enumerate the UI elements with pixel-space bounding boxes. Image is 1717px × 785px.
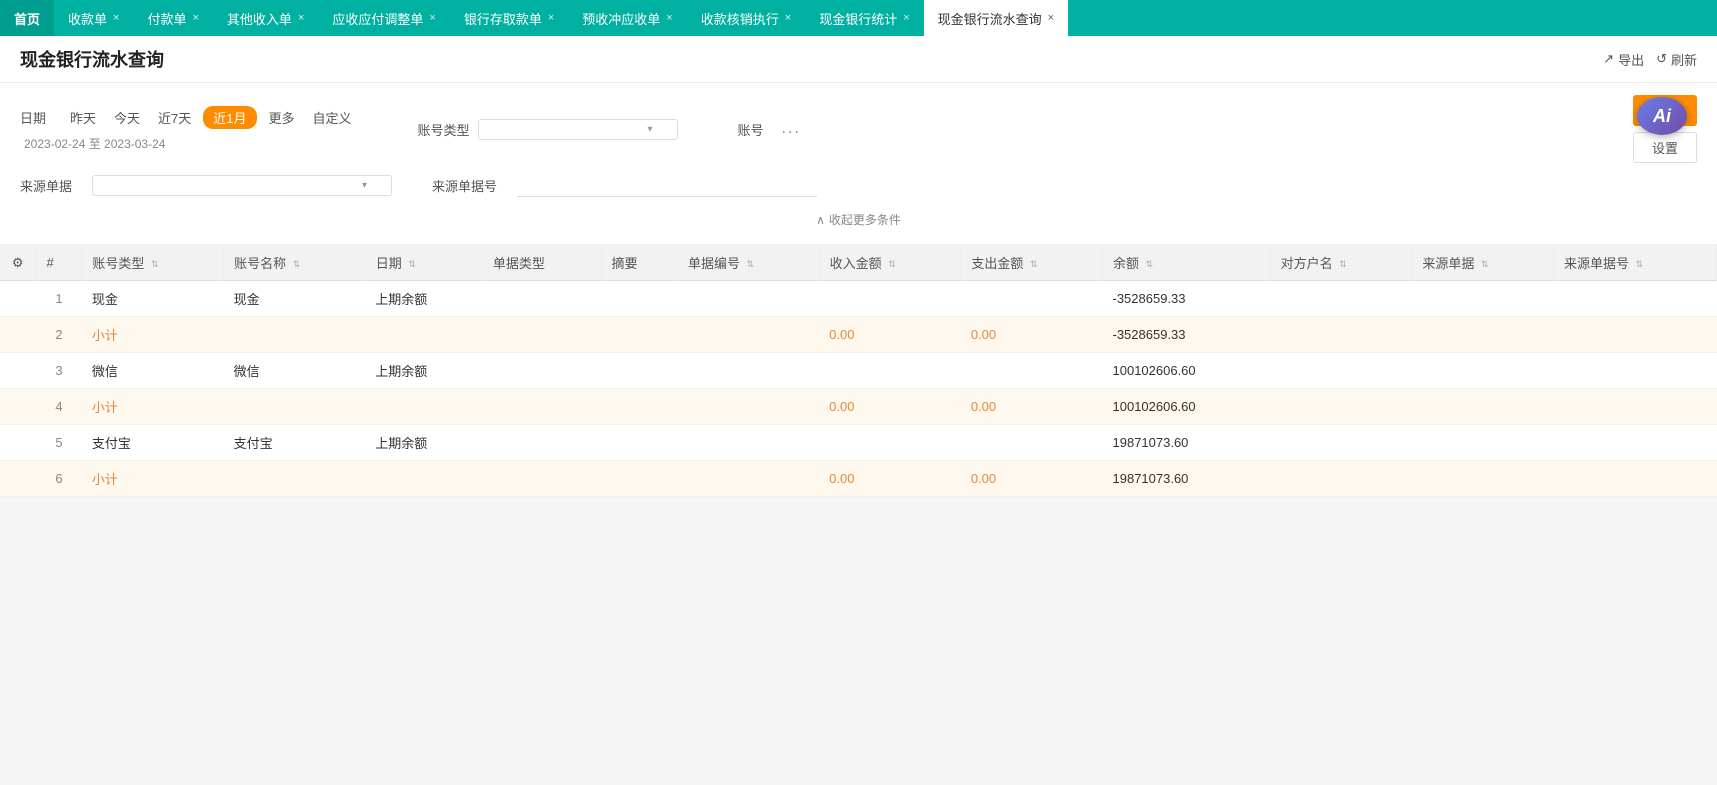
tab-payments[interactable]: 付款单 × xyxy=(133,0,212,36)
source-doc-no-input[interactable] xyxy=(517,173,817,197)
refresh-button[interactable]: ↺ 刷新 xyxy=(1656,50,1697,69)
col-account-type-header[interactable]: 账号类型 ⇅ xyxy=(82,245,224,281)
export-button[interactable]: ↗ 导出 xyxy=(1603,50,1644,69)
account-label: 账号 xyxy=(738,120,774,139)
collapse-button[interactable]: ∧ 收起更多条件 xyxy=(20,207,1697,232)
tab-bank-deposit[interactable]: 银行存取款单 × xyxy=(450,0,568,36)
table-row: 2小计0.000.00-3528659.33 xyxy=(0,317,1717,353)
account-type-select[interactable]: ▾ xyxy=(478,119,678,140)
date-label: 日期 xyxy=(20,108,56,127)
export-icon: ↗ xyxy=(1603,51,1614,67)
tab-other-income[interactable]: 其他收入单 × xyxy=(213,0,318,36)
date-last7[interactable]: 近7天 xyxy=(152,106,197,129)
date-last1month[interactable]: 近1月 xyxy=(203,106,256,129)
close-icon[interactable]: × xyxy=(429,12,435,24)
table-row: 3微信微信上期余额100102606.60 xyxy=(0,353,1717,389)
data-table: ⚙ # 账号类型 ⇅ 账号名称 ⇅ 日期 ⇅ 单据类型 摘要 单据编号 ⇅ 收入… xyxy=(0,245,1717,497)
col-doc-no-header[interactable]: 单据编号 ⇅ xyxy=(677,245,819,281)
close-icon[interactable]: × xyxy=(113,12,119,24)
refresh-icon: ↺ xyxy=(1656,51,1667,67)
tab-advance-offset[interactable]: 预收冲应收单 × xyxy=(568,0,686,36)
account-more-button[interactable]: ... xyxy=(782,120,801,138)
col-balance-header[interactable]: 余额 ⇅ xyxy=(1103,245,1271,281)
chevron-down-icon: ▾ xyxy=(648,124,653,135)
chevron-up-icon: ∧ xyxy=(816,213,825,227)
table-row: 4小计0.000.00100102606.60 xyxy=(0,389,1717,425)
tab-receivable-adjust[interactable]: 应收应付调整单 × xyxy=(318,0,449,36)
source-doc-no-label: 来源单据号 xyxy=(432,176,497,195)
date-custom[interactable]: 自定义 xyxy=(307,106,358,129)
table-container: ⚙ # 账号类型 ⇅ 账号名称 ⇅ 日期 ⇅ 单据类型 摘要 单据编号 ⇅ 收入… xyxy=(0,245,1717,497)
ai-assistant-button[interactable]: Ai xyxy=(1637,97,1687,135)
col-date-header[interactable]: 日期 ⇅ xyxy=(365,245,482,281)
col-seq-header: # xyxy=(36,245,82,281)
nav-home[interactable]: 首页 xyxy=(0,0,54,36)
source-doc-label: 来源单据 xyxy=(20,176,72,195)
close-icon[interactable]: × xyxy=(785,12,791,24)
chevron-down-icon: ▾ xyxy=(362,180,367,191)
settings-button[interactable]: 设置 xyxy=(1633,132,1697,163)
table-row: 1现金现金上期余额-3528659.33 xyxy=(0,281,1717,317)
col-doc-type-header: 单据类型 xyxy=(482,245,601,281)
table-row: 6小计0.000.0019871073.60 xyxy=(0,461,1717,497)
filter-row-date: 日期 昨天 今天 近7天 近1月 更多 自定义 2023-02-24 至 202… xyxy=(20,95,1697,163)
date-yesterday[interactable]: 昨天 xyxy=(64,106,102,129)
col-counterparty-header[interactable]: 对方户名 ⇅ xyxy=(1270,245,1412,281)
tab-cash-bank-flow[interactable]: 现金银行流水查询 × xyxy=(924,0,1068,36)
page-title: 现金银行流水查询 xyxy=(20,46,164,72)
tab-cash-bank-stats[interactable]: 现金银行统计 × xyxy=(805,0,923,36)
table-row: 5支付宝支付宝上期余额19871073.60 xyxy=(0,425,1717,461)
filter-row-source: 来源单据 ▾ 来源单据号 xyxy=(20,173,1697,197)
close-icon[interactable]: × xyxy=(1048,12,1054,24)
close-icon[interactable]: × xyxy=(666,12,672,24)
date-options: 昨天 今天 近7天 近1月 更多 自定义 xyxy=(64,106,358,129)
tab-receipts[interactable]: 收款单 × xyxy=(54,0,133,36)
date-today[interactable]: 今天 xyxy=(108,106,146,129)
close-icon[interactable]: × xyxy=(192,12,198,24)
account-type-label: 账号类型 xyxy=(418,120,470,139)
source-doc-select[interactable]: ▾ xyxy=(92,175,392,196)
filter-area: 日期 昨天 今天 近7天 近1月 更多 自定义 2023-02-24 至 202… xyxy=(0,83,1717,245)
date-more[interactable]: 更多 xyxy=(263,106,301,129)
date-range-display: 2023-02-24 至 2023-03-24 xyxy=(24,135,358,152)
col-summary-header: 摘要 xyxy=(601,245,677,281)
col-source-doc-header[interactable]: 来源单据 ⇅ xyxy=(1412,245,1554,281)
header-actions: ↗ 导出 ↺ 刷新 xyxy=(1603,50,1697,69)
table-header-row: ⚙ # 账号类型 ⇅ 账号名称 ⇅ 日期 ⇅ 单据类型 摘要 单据编号 ⇅ 收入… xyxy=(0,245,1717,281)
col-income-header[interactable]: 收入金额 ⇅ xyxy=(819,245,961,281)
col-gear-header[interactable]: ⚙ xyxy=(0,245,36,281)
col-expense-header[interactable]: 支出金额 ⇅ xyxy=(961,245,1103,281)
close-icon[interactable]: × xyxy=(903,12,909,24)
close-icon[interactable]: × xyxy=(548,12,554,24)
col-source-doc-no-header[interactable]: 来源单据号 ⇅ xyxy=(1554,245,1717,281)
close-icon[interactable]: × xyxy=(298,12,304,24)
tab-collection-exec[interactable]: 收款核销执行 × xyxy=(687,0,805,36)
page-header: 现金银行流水查询 ↗ 导出 ↺ 刷新 xyxy=(0,36,1717,83)
top-nav: 首页 收款单 × 付款单 × 其他收入单 × 应收应付调整单 × 银行存取款单 … xyxy=(0,0,1717,36)
col-account-name-header[interactable]: 账号名称 ⇅ xyxy=(224,245,366,281)
